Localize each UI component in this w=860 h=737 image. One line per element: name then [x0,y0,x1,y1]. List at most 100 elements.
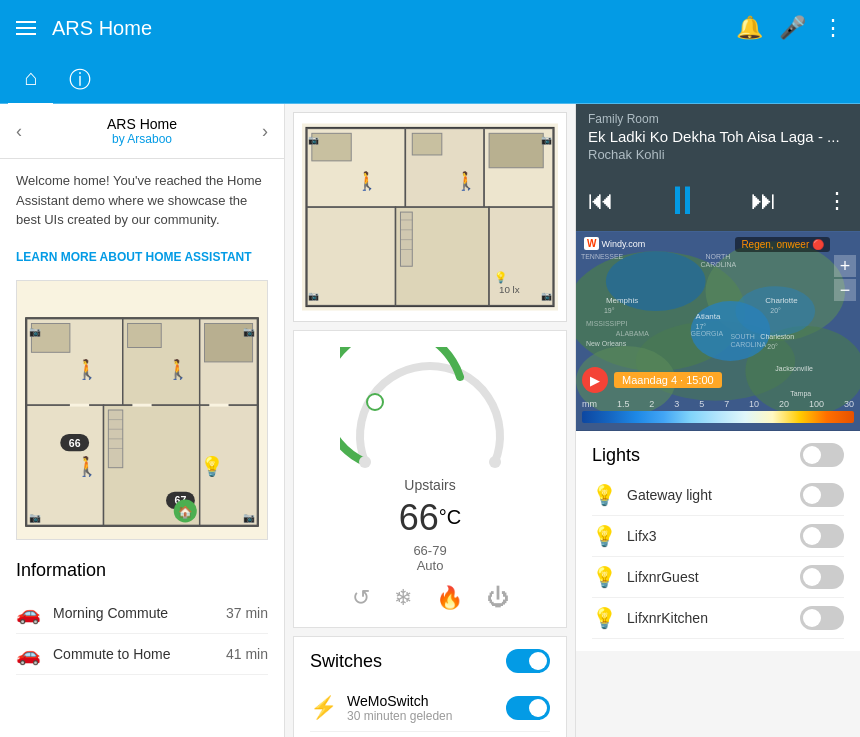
menu-button[interactable] [16,21,36,35]
bell-icon[interactable]: 🔔 [736,15,763,41]
light-row-3: 💡 LifxnrKitchen [592,598,844,639]
windy-brand: Windy.com [601,239,645,249]
media-next-btn[interactable]: ⏭ [751,185,777,216]
weather-map: Memphis 19° Atlanta 17° Charlotte 20° Ch… [576,231,860,431]
tab-home[interactable]: ⌂ [8,53,53,106]
more-icon[interactable]: ⋮ [822,15,844,41]
thermostat-refresh-btn[interactable]: ↺ [352,585,370,611]
svg-text:TENNESSEE: TENNESSEE [581,253,624,260]
panel-title: ARS Home [107,116,177,132]
app-bar: ARS Home 🔔 🎤 ⋮ [0,0,860,56]
light-name-2: LifxnrGuest [627,569,790,585]
svg-point-58 [489,456,501,468]
svg-text:🚶: 🚶 [75,454,99,477]
media-controls: ⏮ ⏸ ⏭ ⋮ [576,170,860,231]
mic-icon[interactable]: 🎤 [779,15,806,41]
weather-scale: mm1.52357102010030 [582,399,854,423]
weather-date: Maandag 4 · 15:00 [614,372,722,388]
svg-text:📷: 📷 [243,326,255,338]
home-tab-icon: ⌂ [24,65,37,91]
bulb-icon-1: 💡 [592,524,617,548]
info-row-0: 🚗 Morning Commute 37 min [16,593,268,634]
svg-text:🚶: 🚶 [455,170,478,192]
light-row-2: 💡 LifxnrGuest [592,557,844,598]
floorplan-large: 📷 📷 📷 📷 🚶 🚶 💡 10 lx [293,112,567,322]
lights-master-toggle[interactable] [800,443,844,467]
svg-text:Charlotte: Charlotte [765,296,798,305]
information-title: Information [16,560,268,581]
light-row-0: 💡 Gateway light [592,475,844,516]
thermostat-ring-svg [340,347,520,477]
media-prev-btn[interactable]: ⏮ [588,185,614,216]
thermostat-controls: ↺ ❄ 🔥 ⏻ [310,585,550,611]
weather-location: Regen, onweer 🔴 [735,237,830,252]
learn-link[interactable]: LEARN MORE ABOUT HOME ASSISTANT [0,242,284,272]
lights-header: Lights [592,443,844,467]
light-name-3: LifxnrKitchen [627,610,790,626]
svg-text:ALABAMA: ALABAMA [616,330,649,337]
svg-text:10 lx: 10 lx [499,284,520,295]
prev-arrow[interactable]: ‹ [16,121,22,142]
weather-zoom-in[interactable]: + [834,255,856,277]
svg-text:🚶: 🚶 [166,358,190,381]
svg-text:🏠: 🏠 [178,504,193,518]
info-header: ‹ ARS Home by Arsaboo › [0,104,284,159]
svg-text:📷: 📷 [243,511,255,523]
svg-text:🚶: 🚶 [356,170,379,192]
svg-text:🚶: 🚶 [75,358,99,381]
light-name-1: Lifx3 [627,528,790,544]
svg-text:📷: 📷 [29,326,41,338]
weather-playbar: ▶ Maandag 4 · 15:00 [582,367,722,393]
svg-rect-38 [307,207,396,305]
thermostat-unit: °C [439,506,461,528]
info-value-1: 41 min [226,646,268,662]
thermostat-card: Upstairs 66°C 66-79 Auto ↺ ❄ 🔥 ⏻ [293,330,567,628]
thermostat-cool-btn[interactable]: ❄ [394,585,412,611]
weather-zoom-out[interactable]: − [834,279,856,301]
switch-row-1: ⚡ WeMoInsight 25 minuten geleden [310,732,550,737]
light-toggle-1[interactable] [800,524,844,548]
media-title: Ek Ladki Ko Dekha Toh Aisa Laga - ... [576,128,860,145]
svg-text:📷: 📷 [308,290,320,302]
lights-section: Lights 💡 Gateway light 💡 Lifx3 [576,431,860,651]
svg-point-59 [367,394,383,410]
svg-text:CAROLINA: CAROLINA [701,261,737,268]
info-value-0: 37 min [226,605,268,621]
middle-column: 📷 📷 📷 📷 🚶 🚶 💡 10 lx [285,104,575,737]
svg-rect-9 [128,323,162,347]
thermostat-heat-btn[interactable]: 🔥 [436,585,463,611]
svg-text:💡: 💡 [200,454,224,477]
floorplan-svg: 📷 📷 📷 📷 🚶 🚶 🚶 66 67 💡 🏠 [17,281,267,539]
svg-text:Memphis: Memphis [606,296,638,305]
thermostat-off-btn[interactable]: ⏻ [487,585,509,611]
svg-text:CAROLINA: CAROLINA [730,341,766,348]
bulb-icon-2: 💡 [592,565,617,589]
switch-time-0: 30 minuten geleden [347,709,496,723]
light-row-1: 💡 Lifx3 [592,516,844,557]
switch-toggle-0[interactable] [506,696,550,720]
panel-subtitle[interactable]: by Arsaboo [107,132,177,146]
bulb-icon-3: 💡 [592,606,617,630]
switches-master-toggle[interactable] [506,649,550,673]
light-toggle-0[interactable] [800,483,844,507]
windy-logo: W Windy.com [584,237,645,250]
weather-play-btn[interactable]: ▶ [582,367,608,393]
bulb-icon-0: 💡 [592,483,617,507]
svg-text:💡: 💡 [494,270,508,284]
svg-point-57 [359,456,371,468]
svg-text:20°: 20° [767,343,778,350]
next-arrow[interactable]: › [262,121,268,142]
switch-row-0: ⚡ WeMoSwitch 30 minuten geleden [310,685,550,732]
media-more-btn[interactable]: ⋮ [826,188,848,214]
tab-info[interactable]: ⓘ [53,53,107,107]
svg-text:Tampa: Tampa [790,390,811,398]
light-toggle-2[interactable] [800,565,844,589]
right-column: Family Room Ek Ladki Ko Dekha Toh Aisa L… [575,104,860,737]
svg-text:SOUTH: SOUTH [730,333,754,340]
left-column: ‹ ARS Home by Arsaboo › Welcome home! Yo… [0,104,285,737]
media-play-btn[interactable]: ⏸ [663,178,703,223]
svg-text:Charleston: Charleston [760,333,794,340]
light-toggle-3[interactable] [800,606,844,630]
svg-rect-43 [489,133,543,167]
car-icon-1: 🚗 [16,642,41,666]
